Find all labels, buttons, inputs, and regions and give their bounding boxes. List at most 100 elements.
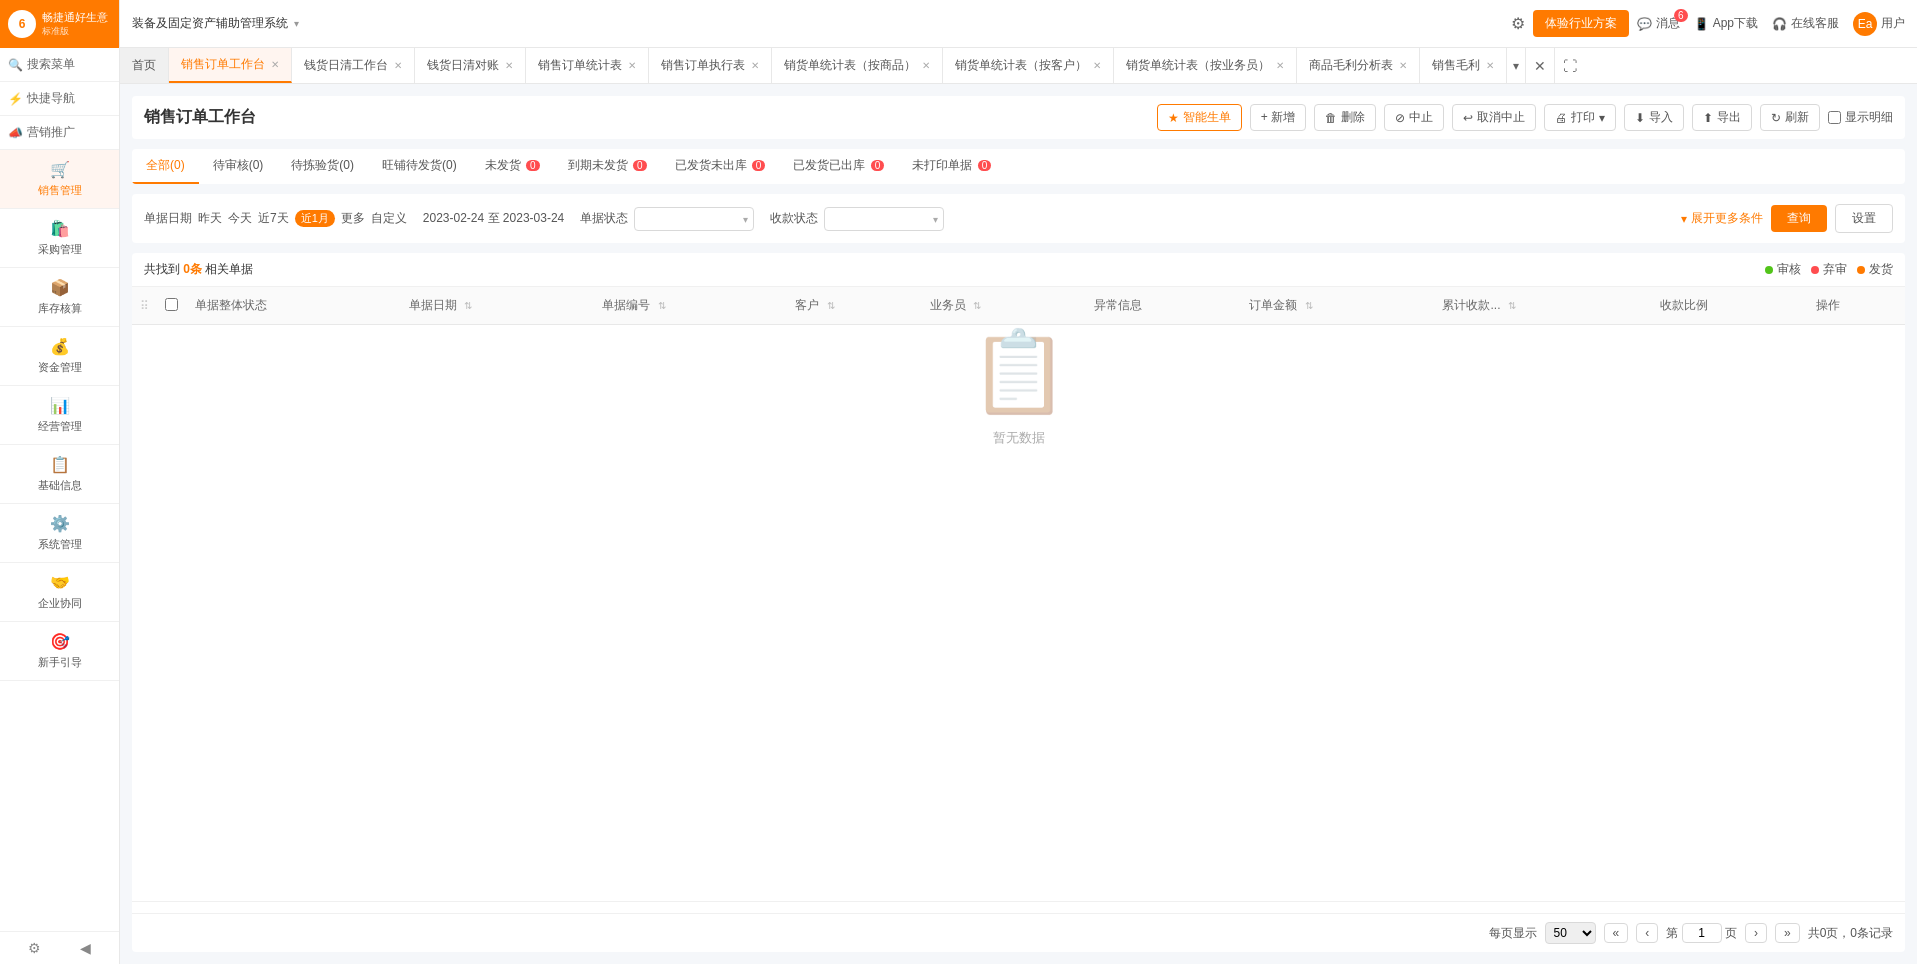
filter-tab-expired-not-shipped[interactable]: 到期未发货 0 xyxy=(554,149,661,184)
th-amount[interactable]: 订单金额 ⇅ xyxy=(1241,287,1434,325)
tab-maximize[interactable]: ⛶ xyxy=(1555,48,1585,83)
last-page-btn[interactable]: » xyxy=(1775,923,1800,943)
sidebar-item-operations[interactable]: 📊 经营管理 xyxy=(0,386,119,445)
smart-btn[interactable]: ★ 智能生单 xyxy=(1157,104,1242,131)
tab-close-sales-gross[interactable]: ✕ xyxy=(1486,60,1494,71)
batch-ship-btn[interactable]: 发货 xyxy=(1857,261,1893,278)
filter-tab-pending-inspect[interactable]: 待拣验货(0) xyxy=(277,149,368,184)
refresh-btn[interactable]: ↻ 刷新 xyxy=(1760,104,1820,131)
th-date[interactable]: 单据日期 ⇅ xyxy=(401,287,594,325)
status-select[interactable] xyxy=(634,207,754,231)
th-staff[interactable]: 业务员 ⇅ xyxy=(922,287,1086,325)
filter-tab-not-shipped[interactable]: 未发货 0 xyxy=(471,149,554,184)
sidebar-item-sales[interactable]: 🛒 销售管理 xyxy=(0,150,119,209)
date-opt-custom[interactable]: 自定义 xyxy=(371,210,407,227)
tab-product-margin[interactable]: 商品毛利分析表 ✕ xyxy=(1297,48,1420,83)
sidebar-item-purchase[interactable]: 🛍️ 采购管理 xyxy=(0,209,119,268)
settings-icon[interactable]: ⚙ xyxy=(28,940,41,956)
delete-btn[interactable]: 🗑 删除 xyxy=(1314,104,1376,131)
filter-tab-pending-review[interactable]: 待审核(0) xyxy=(199,149,278,184)
next-page-btn[interactable]: › xyxy=(1745,923,1767,943)
page-input[interactable] xyxy=(1682,923,1722,943)
suspend-btn[interactable]: ⊘ 中止 xyxy=(1384,104,1444,131)
sidebar-item-guide[interactable]: 🎯 新手引导 xyxy=(0,622,119,681)
payment-select[interactable] xyxy=(824,207,944,231)
unsuspend-btn[interactable]: ↩ 取消中止 xyxy=(1452,104,1536,131)
sidebar-item-collab[interactable]: 🤝 企业协同 xyxy=(0,563,119,622)
date-opt-more[interactable]: 更多 xyxy=(341,210,365,227)
date-opt-7days[interactable]: 近7天 xyxy=(258,210,289,227)
tab-close-cash-daily[interactable]: ✕ xyxy=(394,60,402,71)
import-btn[interactable]: ⬇ 导入 xyxy=(1624,104,1684,131)
tab-close-sales-workbench[interactable]: ✕ xyxy=(271,59,279,70)
sidebar-item-system[interactable]: ⚙️ 系统管理 xyxy=(0,504,119,563)
tab-close-sales-stat[interactable]: ✕ xyxy=(628,60,636,71)
tab-close-product-margin[interactable]: ✕ xyxy=(1399,60,1407,71)
app-download-btn[interactable]: 📱 App下载 xyxy=(1694,15,1758,32)
tab-cash-reconcile[interactable]: 钱货日清对账 ✕ xyxy=(415,48,526,83)
date-filter-label: 单据日期 xyxy=(144,210,192,227)
batch-unreview-btn[interactable]: 弃审 xyxy=(1811,261,1847,278)
sidebar-marketing[interactable]: 📣 营销推广 xyxy=(0,116,119,150)
filter-tab-shipped-not-out[interactable]: 已发货未出库 0 xyxy=(661,149,780,184)
topbar-dropdown-icon[interactable]: ▾ xyxy=(294,18,299,29)
tab-sales-stat-staff[interactable]: 销货单统计表（按业务员） ✕ xyxy=(1114,48,1297,83)
tab-sales-stat-customer[interactable]: 销货单统计表（按客户） ✕ xyxy=(943,48,1114,83)
filter-setting-btn[interactable]: 设置 xyxy=(1835,204,1893,233)
first-page-btn[interactable]: « xyxy=(1604,923,1629,943)
tab-sales-stat[interactable]: 销售订单统计表 ✕ xyxy=(526,48,649,83)
sidebar-search[interactable]: 🔍 搜索菜单 xyxy=(0,48,119,82)
trial-button[interactable]: 体验行业方案 xyxy=(1533,10,1629,37)
page-size-select[interactable]: 50 100 200 xyxy=(1545,922,1596,944)
tab-close-all[interactable]: ✕ xyxy=(1526,48,1555,83)
show-detail-toggle[interactable]: 显示明细 xyxy=(1828,109,1893,126)
query-btn[interactable]: 查询 xyxy=(1771,205,1827,232)
topbar-settings-icon[interactable]: ⚙ xyxy=(1511,14,1525,33)
filter-tab-all[interactable]: 全部(0) xyxy=(132,149,199,184)
tab-sales-workbench[interactable]: 销售订单工作台 ✕ xyxy=(169,48,292,83)
batch-review-btn[interactable]: 审核 xyxy=(1765,261,1801,278)
export-btn[interactable]: ⬆ 导出 xyxy=(1692,104,1752,131)
print-btn[interactable]: 🖨 打印 ▾ xyxy=(1544,104,1616,131)
show-detail-checkbox[interactable] xyxy=(1828,111,1841,124)
user-btn[interactable]: Ea 用户 xyxy=(1853,12,1905,36)
th-collected[interactable]: 累计收款... ⇅ xyxy=(1434,287,1651,325)
expand-conditions[interactable]: ▾ 展开更多条件 xyxy=(1681,210,1763,227)
tab-sales-gross[interactable]: 销售毛利 ✕ xyxy=(1420,48,1507,83)
tab-close-sales-stat-staff[interactable]: ✕ xyxy=(1276,60,1284,71)
table-area: 共找到 0条 相关单据 审核 弃审 发货 xyxy=(132,253,1905,952)
sidebar-quicknav[interactable]: ⚡ 快捷导航 xyxy=(0,82,119,116)
tab-cash-daily[interactable]: 钱货日清工作台 ✕ xyxy=(292,48,415,83)
th-number[interactable]: 单据编号 ⇅ xyxy=(594,287,787,325)
page-actions: ★ 智能生单 + 新增 🗑 删除 ⊘ 中止 ↩ 取消中止 🖨 xyxy=(1157,104,1893,131)
message-btn[interactable]: 💬 6 消息 xyxy=(1637,15,1680,32)
tab-close-sales-stat-product[interactable]: ✕ xyxy=(922,60,930,71)
horizontal-scrollbar[interactable] xyxy=(132,901,1905,913)
tab-sales-stat-product[interactable]: 销货单统计表（按商品） ✕ xyxy=(772,48,943,83)
status-select-wrap xyxy=(634,207,754,231)
tab-home[interactable]: 首页 xyxy=(120,48,169,83)
tab-nav-more[interactable]: ▾ xyxy=(1507,48,1526,83)
sidebar-item-finance[interactable]: 💰 资金管理 xyxy=(0,327,119,386)
date-opt-yesterday[interactable]: 昨天 xyxy=(198,210,222,227)
tab-close-sales-exec[interactable]: ✕ xyxy=(751,60,759,71)
payment-filter: 收款状态 xyxy=(770,207,944,231)
select-all-checkbox[interactable] xyxy=(165,298,178,311)
filter-tab-not-printed[interactable]: 未打印单据 0 xyxy=(898,149,1005,184)
prev-page-btn[interactable]: ‹ xyxy=(1636,923,1658,943)
tab-sales-exec[interactable]: 销售订单执行表 ✕ xyxy=(649,48,772,83)
th-ratio: 收款比例 xyxy=(1652,287,1808,325)
sidebar-item-basic[interactable]: 📋 基础信息 xyxy=(0,445,119,504)
online-service-btn[interactable]: 🎧 在线客服 xyxy=(1772,15,1839,32)
filter-tab-wangpu[interactable]: 旺铺待发货(0) xyxy=(368,149,471,184)
collapse-icon[interactable]: ◀ xyxy=(80,940,91,956)
topbar: 装备及固定资产辅助管理系统 ▾ ⚙ 体验行业方案 💬 6 消息 📱 App下载 … xyxy=(120,0,1917,48)
add-btn[interactable]: + 新增 xyxy=(1250,104,1306,131)
filter-tab-shipped-out[interactable]: 已发货已出库 0 xyxy=(779,149,898,184)
th-customer[interactable]: 客户 ⇅ xyxy=(787,287,922,325)
sidebar-item-inventory[interactable]: 📦 库存核算 xyxy=(0,268,119,327)
date-opt-today[interactable]: 今天 xyxy=(228,210,252,227)
date-opt-1month[interactable]: 近1月 xyxy=(295,210,335,227)
tab-close-cash-reconcile[interactable]: ✕ xyxy=(505,60,513,71)
tab-close-sales-stat-customer[interactable]: ✕ xyxy=(1093,60,1101,71)
